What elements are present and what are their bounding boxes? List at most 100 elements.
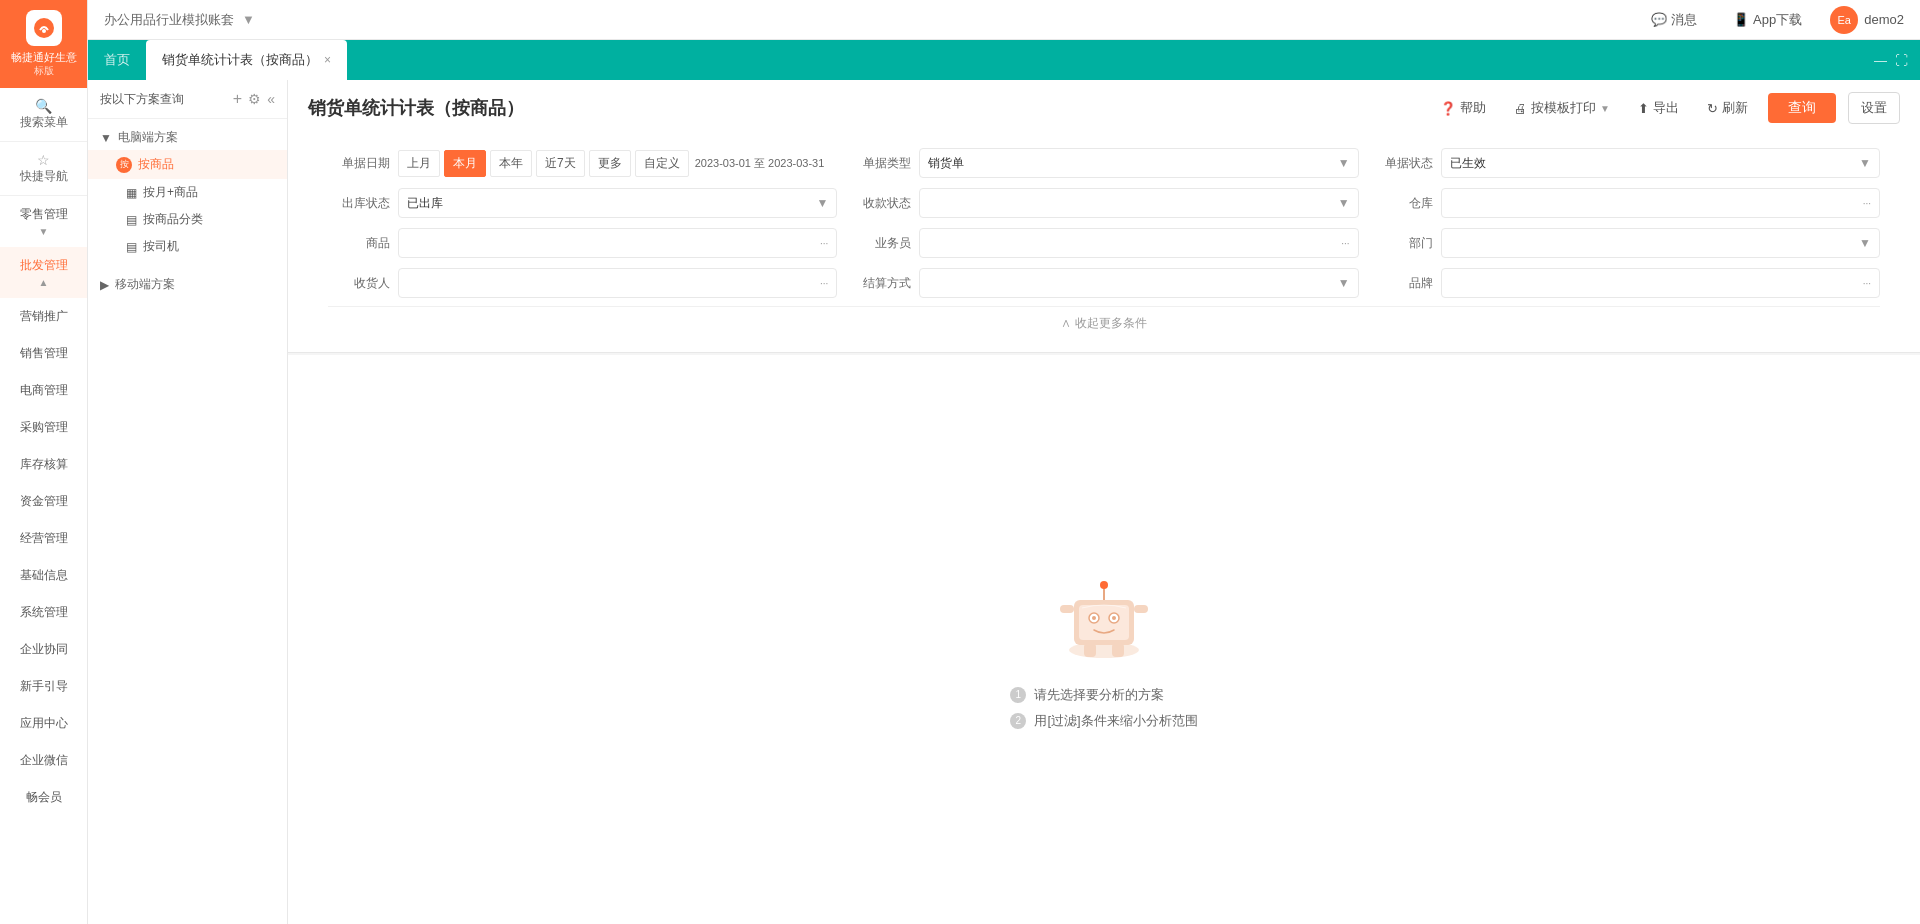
help-btn[interactable]: ❓ 帮助 [1432,95,1494,121]
date-last-month[interactable]: 上月 [398,150,440,177]
sidebar-item-apps[interactable]: 应用中心 [0,705,87,742]
tab-expand-icon[interactable]: ⛶ [1895,53,1908,68]
print-btn[interactable]: 🖨 按模板打印 ▼ [1506,95,1618,121]
sidebar-item-operation[interactable]: 经营管理 [0,520,87,557]
sidebar-item-retail[interactable]: 零售管理 ▼ [0,196,87,247]
quick-nav[interactable]: ☆ 快捷导航 [0,142,87,196]
warehouse-field[interactable]: ··· [1441,188,1880,218]
settings-scheme-icon[interactable]: ⚙ [248,91,261,107]
print-label: 按模板打印 [1531,99,1596,117]
settings-btn[interactable]: 设置 [1848,92,1900,124]
export-btn[interactable]: ⬆ 导出 [1630,95,1687,121]
scheme-sub-by-cashier[interactable]: ▤ 按司机 [88,233,287,260]
pc-scheme-group: ▼ 电脑端方案 按 按商品 ▦ 按月+商品 ▤ 按商品分类 ▤ 按司机 [88,119,287,266]
sidebar-item-purchase[interactable]: 采购管理 [0,409,87,446]
right-panel: 销货单统计计表（按商品） ❓ 帮助 🖨 按模板打印 ▼ ⬆ [288,80,1920,924]
sidebar-item-member[interactable]: 畅会员 [0,779,87,816]
date-range: 2023-03-01 至 2023-03-31 [695,156,825,171]
doc-status-value: 已生效 [1450,155,1486,172]
sidebar-item-wholesale[interactable]: 批发管理 ▲ [0,247,87,298]
collapse-scheme-icon[interactable]: « [267,91,275,107]
by-month-icon: ▦ [126,186,137,200]
svg-point-10 [1100,581,1108,589]
staff-field[interactable]: ··· [919,228,1358,258]
tab-close-icon[interactable]: × [324,53,331,67]
retail-label: 零售管理 [20,206,68,223]
page-title-row: 销货单统计计表（按商品） ❓ 帮助 🖨 按模板打印 ▼ ⬆ [308,92,1900,124]
date-more[interactable]: 更多 [589,150,631,177]
sidebar-item-enterprise[interactable]: 企业协同 [0,631,87,668]
sidebar-item-newbie[interactable]: 新手引导 [0,668,87,705]
by-cashier-label: 按司机 [143,238,179,255]
date-custom[interactable]: 自定义 [635,150,689,177]
mobile-group-title[interactable]: ▶ 移动端方案 [88,272,287,297]
doc-type-field[interactable]: 销货单 ▼ [919,148,1358,178]
collapse-bar[interactable]: ∧ 收起更多条件 [328,306,1880,340]
filter-doc-type: 单据类型 销货单 ▼ [849,148,1358,178]
filter-section: 单据日期 上月 本月 本年 近7天 更多 自定义 20 [308,136,1900,352]
tab-home[interactable]: 首页 [88,40,146,80]
query-btn[interactable]: 查询 [1768,93,1836,123]
refresh-btn[interactable]: ↻ 刷新 [1699,95,1756,121]
page-header: 销货单统计计表（按商品） ❓ 帮助 🖨 按模板打印 ▼ ⬆ [288,80,1920,353]
product-field[interactable]: ··· [398,228,837,258]
add-scheme-icon[interactable]: + [233,90,242,108]
scheme-sub-by-product-category[interactable]: ▤ 按商品分类 [88,206,287,233]
message-btn[interactable]: 💬 消息 [1643,7,1705,33]
warehouse-status-field[interactable]: 已出库 ▼ [398,188,837,218]
apps-label: 应用中心 [20,715,68,732]
tab-minimize-icon[interactable]: — [1874,53,1887,68]
sidebar-item-system[interactable]: 系统管理 [0,594,87,631]
tab-current[interactable]: 销货单统计计表（按商品） × [146,40,347,80]
help-label: 帮助 [1460,99,1486,117]
page-actions: ❓ 帮助 🖨 按模板打印 ▼ ⬆ 导出 ↻ [1432,92,1900,124]
scheme-sub-by-month-product[interactable]: ▦ 按月+商品 [88,179,287,206]
sidebar-item-finance[interactable]: 资金管理 [0,483,87,520]
system-label: 系统管理 [20,604,68,621]
app-download-btn[interactable]: 📱 App下载 [1725,7,1810,33]
search-menu[interactable]: 🔍 搜索菜单 [0,88,87,142]
refresh-label: 刷新 [1722,99,1748,117]
header-right: 💬 消息 📱 App下载 Ea demo2 [1643,6,1904,34]
tip-num-2: 2 [1010,713,1026,729]
department-label: 部门 [1371,235,1441,252]
sidebar-item-wechat[interactable]: 企业微信 [0,742,87,779]
main-content: 1 请先选择要分析的方案 2 用[过滤]条件来缩小分析范围 [288,355,1920,924]
recipient-field[interactable]: ··· [398,268,837,298]
mobile-group-arrow: ▶ [100,278,109,292]
doc-type-value: 销货单 [928,155,964,172]
industry-dropdown-icon[interactable]: ▼ [242,12,255,27]
staff-dots: ··· [1341,238,1349,249]
department-arrow: ▼ [1859,236,1871,250]
tab-bar: 首页 销货单统计计表（按商品） × — ⛶ [88,40,1920,80]
svg-rect-13 [1084,643,1096,657]
empty-illustration [1044,550,1164,670]
date-this-year[interactable]: 本年 [490,150,532,177]
tip-text-1: 请先选择要分析的方案 [1034,686,1164,704]
date-last-7-days[interactable]: 近7天 [536,150,585,177]
brand-field[interactable]: ··· [1441,268,1880,298]
payment-status-field[interactable]: ▼ [919,188,1358,218]
date-this-month[interactable]: 本月 [444,150,486,177]
department-field[interactable]: ▼ [1441,228,1880,258]
user-area[interactable]: Ea demo2 [1830,6,1904,34]
by-product-icon: 按 [116,157,132,173]
pc-group-title[interactable]: ▼ 电脑端方案 [88,125,287,150]
sidebar-item-inventory[interactable]: 库存核算 [0,446,87,483]
scheme-item-by-product[interactable]: 按 按商品 [88,150,287,179]
left-panel-actions: + ⚙ « [233,90,275,108]
warehouse-status-value: 已出库 [407,195,443,212]
sidebar-item-marketing[interactable]: 营销推广 [0,298,87,335]
svg-rect-12 [1134,605,1148,613]
sidebar-item-ecommerce[interactable]: 电商管理 [0,372,87,409]
user-name: demo2 [1864,12,1904,27]
warehouse-label: 仓库 [1371,195,1441,212]
by-category-icon: ▤ [126,213,137,227]
by-category-label: 按商品分类 [143,211,203,228]
sidebar-item-sales[interactable]: 销售管理 [0,335,87,372]
doc-status-field[interactable]: 已生效 ▼ [1441,148,1880,178]
sidebar-item-basic[interactable]: 基础信息 [0,557,87,594]
app-download-label: App下载 [1753,11,1802,29]
doc-status-label: 单据状态 [1371,155,1441,172]
settlement-field[interactable]: ▼ [919,268,1358,298]
